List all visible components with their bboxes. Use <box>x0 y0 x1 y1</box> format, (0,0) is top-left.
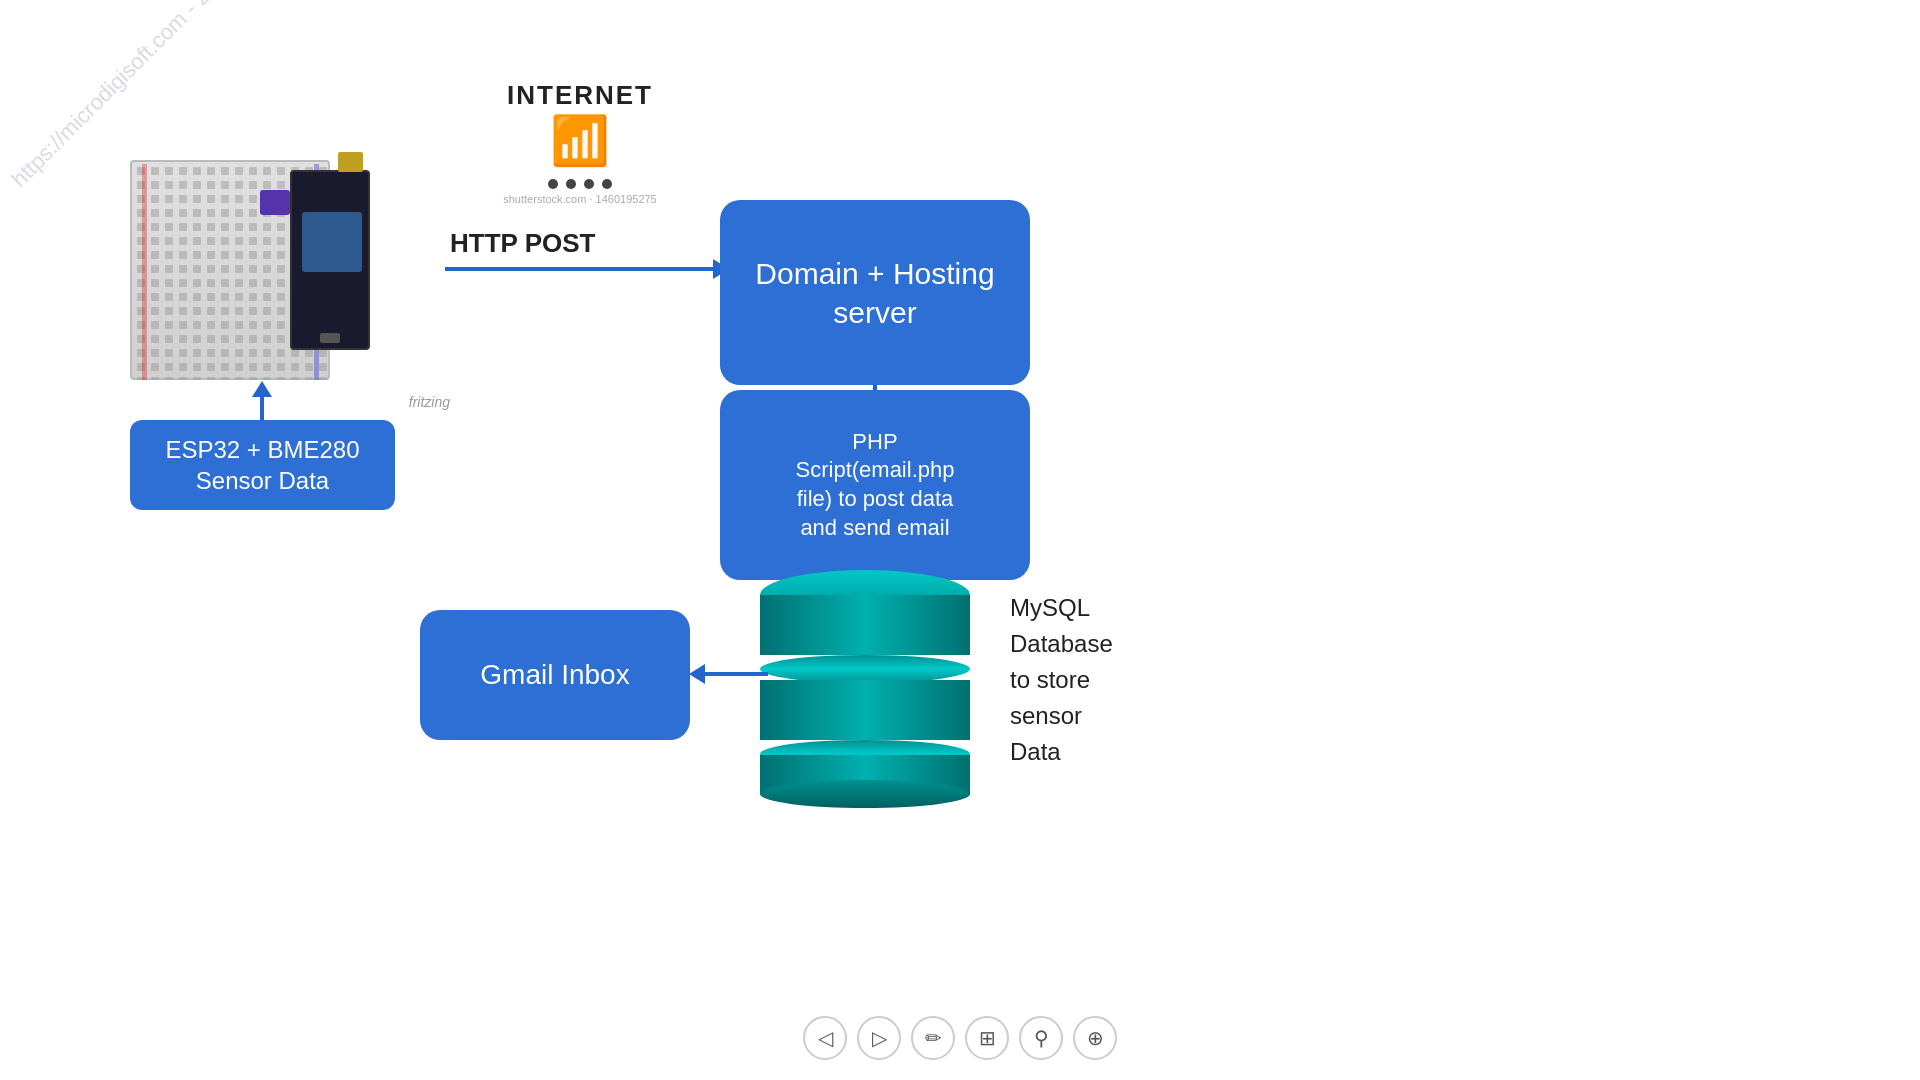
internet-block: INTERNET 📶 shutterstock.com · 1460195275 <box>490 80 670 205</box>
esp32-antenna <box>338 152 363 172</box>
shutterstock-label: shutterstock.com · 1460195275 <box>490 193 670 205</box>
sensor-chip <box>260 190 290 215</box>
esp32-board <box>290 170 370 350</box>
db-body2 <box>760 680 970 740</box>
toolbar-zoom-btn[interactable]: ⚲ <box>1019 1016 1063 1060</box>
toolbar-edit-btn[interactable]: ✏ <box>911 1016 955 1060</box>
toolbar-back-btn[interactable]: ◁ <box>803 1016 847 1060</box>
database-cylinder <box>760 570 970 810</box>
esp32-label: ESP32 + BME280Sensor Data <box>165 434 359 496</box>
db-bottom <box>760 780 970 808</box>
wifi-icon: 📶 <box>490 117 670 165</box>
diagram: https://microdigisoft.com - 22:54 INTERN… <box>0 0 1920 1080</box>
gmail-inbox-box: Gmail Inbox <box>420 610 690 740</box>
fritzing-label: fritzing <box>409 394 450 410</box>
toolbar: ◁ ▷ ✏ ⊞ ⚲ ⊕ <box>803 1016 1117 1060</box>
internet-label: INTERNET <box>490 80 670 111</box>
http-post-arrow <box>445 267 725 271</box>
gmail-label: Gmail Inbox <box>480 657 629 693</box>
db-middle-ring <box>760 655 970 683</box>
esp32-image: fritzing <box>130 160 450 390</box>
db-body1 <box>760 595 970 655</box>
php-script-box: PHPScript(email.phpfile) to post dataand… <box>720 390 1030 580</box>
router-dots <box>490 179 670 189</box>
toolbar-grid-btn[interactable]: ⊞ <box>965 1016 1009 1060</box>
mysql-label: MySQLDatabaseto storesensorData <box>1010 590 1113 770</box>
svg-rect-2 <box>142 164 147 380</box>
php-script-label: PHPScript(email.phpfile) to post dataand… <box>796 428 955 542</box>
db-to-gmail-arrow <box>693 672 768 676</box>
usb-port <box>320 333 340 343</box>
toolbar-forward-btn[interactable]: ▷ <box>857 1016 901 1060</box>
domain-server-box: Domain + Hostingserver <box>720 200 1030 385</box>
http-post-label: HTTP POST <box>450 228 595 259</box>
esp32-label-box: ESP32 + BME280Sensor Data <box>130 420 395 510</box>
toolbar-more-btn[interactable]: ⊕ <box>1073 1016 1117 1060</box>
domain-server-label: Domain + Hostingserver <box>755 254 994 332</box>
esp32-chip <box>302 212 362 272</box>
